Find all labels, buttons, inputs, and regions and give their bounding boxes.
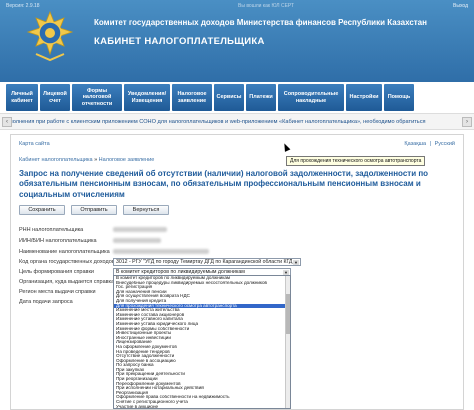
language-switch: Қазақша | Русский [402, 141, 455, 147]
nav-notifications[interactable]: Уведомления/ Извещения [124, 84, 170, 111]
breadcrumb-home[interactable]: Кабинет налогоплательщика [19, 157, 93, 163]
purpose-label: Цель формирования справки [19, 269, 94, 275]
notice-text: заполнения при работе с клиентским прило… [4, 119, 426, 125]
iin-value [113, 238, 161, 245]
rnn-value [113, 227, 167, 234]
cert-label: Вы вошли как ЮЛ СЕРТ [238, 3, 295, 9]
ministry-title: Комитет государственных доходов Министер… [94, 18, 427, 27]
save-button[interactable]: Сохранить [19, 205, 65, 215]
emblem-logo [26, 10, 74, 62]
region-label: Регион места выдачи справки [19, 289, 96, 295]
ticker-prev-button[interactable]: ‹ [2, 117, 12, 127]
breadcrumb: Кабинет налогоплательщика » Налоговое за… [19, 157, 154, 163]
nav-waybills[interactable]: Сопроводительные накладные [278, 84, 344, 111]
lang-ru[interactable]: Русский [435, 141, 455, 147]
scrollbar-thumb[interactable] [286, 294, 290, 334]
lang-kz[interactable]: Қазақша [404, 141, 426, 147]
breadcrumb-current[interactable]: Налоговое заявление [99, 157, 155, 163]
nav-personal-account[interactable]: Лицевой счет [40, 84, 70, 111]
nav-tax-application[interactable]: Налоговое заявление [172, 84, 212, 111]
iin-label: ИИН/БИН налогоплательщика [19, 238, 97, 244]
org-code-label: Код органа государственных доходов [19, 259, 115, 265]
nav-services[interactable]: Сервисы [214, 84, 244, 111]
org-code-value: 3012 - РГУ "УГД по городу Темиртау ДГД п… [116, 259, 299, 265]
ticker-next-button[interactable]: › [462, 117, 472, 127]
nav-personal-cabinet[interactable]: Личный кабинет [6, 84, 38, 111]
name-label: Наименование налогоплательщика [19, 249, 110, 255]
purpose-dropdown-list[interactable]: В комитет кредиторов по ликвидируемым до… [113, 275, 291, 409]
lang-sep: | [429, 141, 432, 147]
main-nav: Личный кабинет Лицевой счет Формы налого… [6, 84, 468, 111]
chevron-down-icon: ▼ [293, 260, 299, 265]
org-code-select[interactable]: 3012 - РГУ "УГД по городу Темиртау ДГД п… [113, 258, 301, 266]
logout-link[interactable]: Выход [453, 3, 468, 9]
nav-payments[interactable]: Платежи [246, 84, 276, 111]
page-title: Запрос на получение сведений об отсутств… [19, 169, 429, 199]
notice-ticker: заполнения при работе с клиентским прило… [0, 113, 474, 130]
back-button[interactable]: Вернуться [123, 205, 169, 215]
site-header: Версия: 2.9.18 Вы вошли как ЮЛ СЕРТ Выхо… [0, 0, 474, 82]
send-button[interactable]: Отправить [71, 205, 117, 215]
cabinet-title: КАБИНЕТ НАЛОГОПЛАТЕЛЬЩИКА [94, 36, 265, 47]
version-label: Версия: 2.9.18 [6, 3, 40, 9]
sitemap-link[interactable]: Карта сайта [19, 141, 50, 147]
main-panel: Карта сайта Қазақша | Русский Кабинет на… [10, 134, 464, 410]
dropdown-scrollbar[interactable] [285, 276, 290, 408]
nav-tax-forms[interactable]: Формы налоговой отчетности [72, 84, 122, 111]
action-bar: Сохранить Отправить Вернуться [19, 205, 169, 215]
nav-settings[interactable]: Настройки [346, 84, 382, 111]
option-tooltip: Для прохождения технического осмотра авт… [286, 156, 426, 166]
date-label: Дата подачи запроса [19, 299, 73, 305]
rnn-label: РНН налогоплательщика [19, 227, 84, 233]
nav-help[interactable]: Помощь [384, 84, 414, 111]
name-value [113, 249, 209, 256]
organization-label: Организация, куда выдается справка [19, 279, 115, 285]
